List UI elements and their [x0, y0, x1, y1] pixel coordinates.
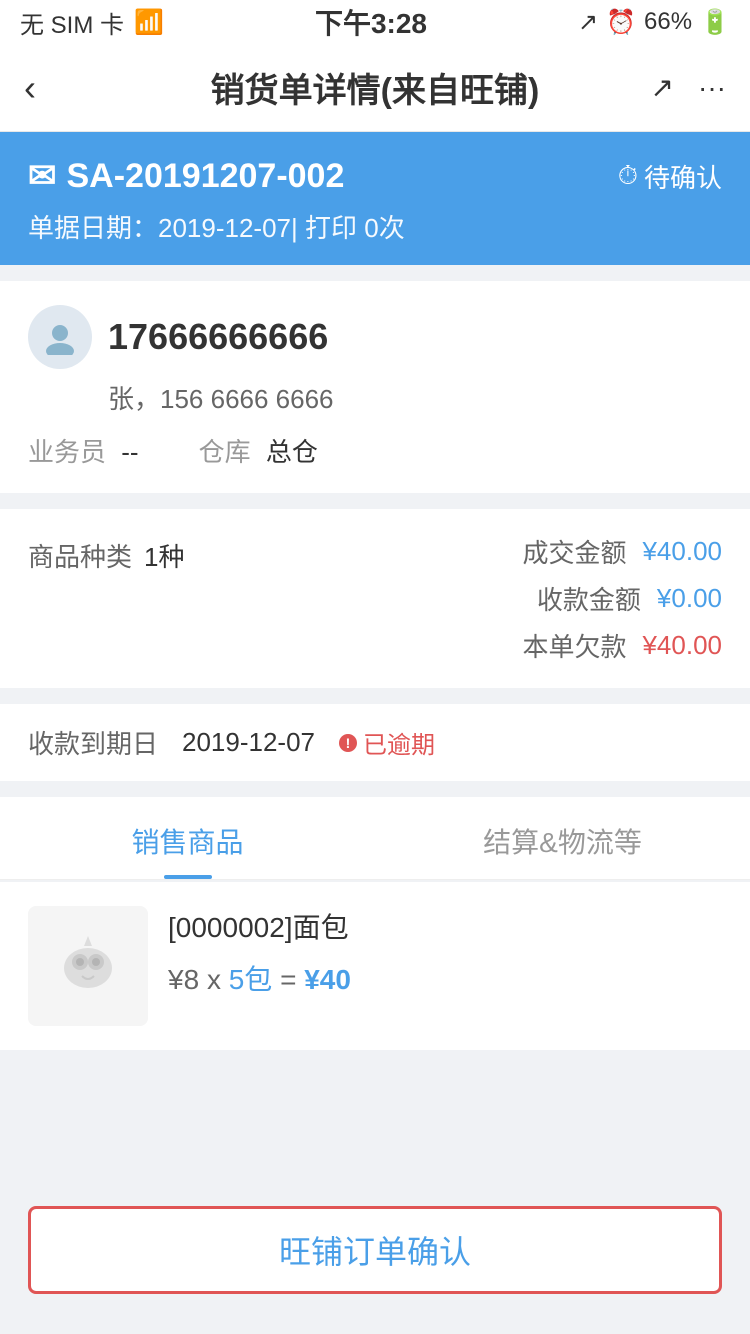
- deal-amount-row: 成交金额 ¥40.00: [522, 533, 722, 570]
- share-button[interactable]: ↗: [651, 71, 674, 104]
- received-amount-row: 收款金额 ¥0.00: [537, 580, 722, 617]
- owed-amount-row: 本单欠款 ¥40.00: [522, 627, 722, 664]
- confirm-order-button[interactable]: 旺铺订单确认: [28, 1206, 722, 1294]
- summary-left: 商品种类 1种: [28, 533, 522, 574]
- nav-bar: ‹ 销货单详情(来自旺铺) ↗ ···: [0, 44, 750, 132]
- order-status: ⏱ 待确认: [618, 158, 722, 195]
- due-date-card: 收款到期日 2019-12-07 ! 已逾期: [0, 704, 750, 781]
- multiply-sign: x: [207, 964, 229, 995]
- product-card: [0000002]面包 ¥8 x 5包 = ¥40: [0, 882, 750, 1050]
- battery-text: 66%: [644, 8, 692, 36]
- tab-settlement[interactable]: 结算&物流等: [375, 797, 750, 879]
- summary-right: 成交金额 ¥40.00 收款金额 ¥0.00 本单欠款 ¥40.00: [522, 533, 722, 664]
- order-id-text: SA-20191207-002: [67, 157, 345, 196]
- sales-label: 业务员: [28, 437, 106, 467]
- quantity: 5包: [229, 964, 273, 995]
- order-date-row: 单据日期：2019-12-07| 打印 0次: [28, 208, 722, 245]
- product-total: ¥40: [304, 964, 351, 995]
- tab-products[interactable]: 销售商品: [0, 797, 375, 879]
- avatar: [28, 305, 92, 369]
- status-clock-icon: ⏱: [618, 160, 638, 192]
- user-avatar-icon: [42, 319, 78, 355]
- order-header: ✉ SA-20191207-002 ⏱ 待确认 单据日期：2019-12-07|…: [0, 132, 750, 265]
- alarm-icon: ⏰: [606, 8, 636, 37]
- due-date-value: 2019-12-07: [182, 727, 315, 758]
- print-suffix: 次: [379, 213, 405, 243]
- customer-main-row: 17666666666: [28, 305, 722, 369]
- date-label: 单据日期：: [28, 213, 158, 243]
- product-image-icon: [48, 926, 128, 1006]
- sales-value: --: [121, 437, 138, 467]
- order-envelope-icon: ✉: [28, 156, 57, 196]
- status-right: ↗ ⏰ 66% 🔋: [578, 8, 730, 37]
- battery-icon: 🔋: [700, 8, 730, 37]
- received-amount-label: 收款金额: [537, 580, 641, 617]
- print-count: 0: [364, 213, 378, 243]
- warehouse-meta: 仓库 总仓: [199, 432, 318, 469]
- order-date-value: 2019-12-07: [158, 213, 291, 243]
- product-price-row: ¥8 x 5包 = ¥40: [168, 958, 722, 998]
- overdue-dot-icon: !: [339, 734, 357, 752]
- owed-amount-label: 本单欠款: [522, 627, 626, 664]
- tabs-bar: 销售商品 结算&物流等: [0, 797, 750, 880]
- print-label: | 打印: [291, 213, 357, 243]
- status-text: 待确认: [644, 158, 722, 195]
- due-date-label: 收款到期日: [28, 724, 158, 761]
- deal-amount-value: ¥40.00: [642, 536, 722, 567]
- confirm-order-label: 旺铺订单确认: [279, 1227, 471, 1273]
- page-title: 销货单详情(来自旺铺): [211, 63, 540, 112]
- received-amount-value: ¥0.00: [657, 583, 722, 614]
- order-id-row: ✉ SA-20191207-002 ⏱ 待确认: [28, 156, 722, 196]
- back-button[interactable]: ‹: [14, 57, 46, 119]
- sales-meta: 业务员 --: [28, 432, 139, 469]
- customer-phone: 17666666666: [108, 316, 328, 358]
- status-time: 下午3:28: [315, 2, 427, 42]
- location-icon: ↗: [578, 8, 598, 37]
- type-label: 商品种类: [28, 537, 132, 574]
- deal-amount-label: 成交金额: [522, 533, 626, 570]
- product-thumbnail: [28, 906, 148, 1026]
- more-button[interactable]: ···: [698, 72, 726, 104]
- warehouse-value: 总仓: [266, 437, 318, 467]
- summary-card: 商品种类 1种 成交金额 ¥40.00 收款金额 ¥0.00 本单欠款 ¥40.…: [0, 509, 750, 688]
- nav-actions: ↗ ···: [651, 71, 726, 104]
- customer-card: 17666666666 张，156 6666 6666 业务员 -- 仓库 总仓: [0, 281, 750, 493]
- bottom-area: 旺铺订单确认: [0, 1186, 750, 1334]
- equals-sign: =: [280, 964, 304, 995]
- wifi-icon: 📶: [134, 8, 164, 37]
- overdue-badge: ! 已逾期: [339, 725, 435, 760]
- unit-price: ¥8: [168, 964, 199, 995]
- overdue-text: 已逾期: [363, 725, 435, 760]
- order-id: ✉ SA-20191207-002: [28, 156, 344, 196]
- product-info: [0000002]面包 ¥8 x 5包 = ¥40: [168, 906, 722, 998]
- type-value: 1种: [144, 537, 184, 574]
- customer-meta: 业务员 -- 仓库 总仓: [28, 432, 722, 469]
- status-bar: 无 SIM 卡 📶 下午3:28 ↗ ⏰ 66% 🔋: [0, 0, 750, 44]
- warehouse-label: 仓库: [199, 437, 251, 467]
- customer-name: 张，156 6666 6666: [28, 379, 722, 416]
- product-name: [0000002]面包: [168, 906, 722, 946]
- owed-amount-value: ¥40.00: [642, 630, 722, 661]
- carrier-text: 无 SIM 卡: [20, 5, 124, 40]
- status-left: 无 SIM 卡 📶: [20, 5, 164, 40]
